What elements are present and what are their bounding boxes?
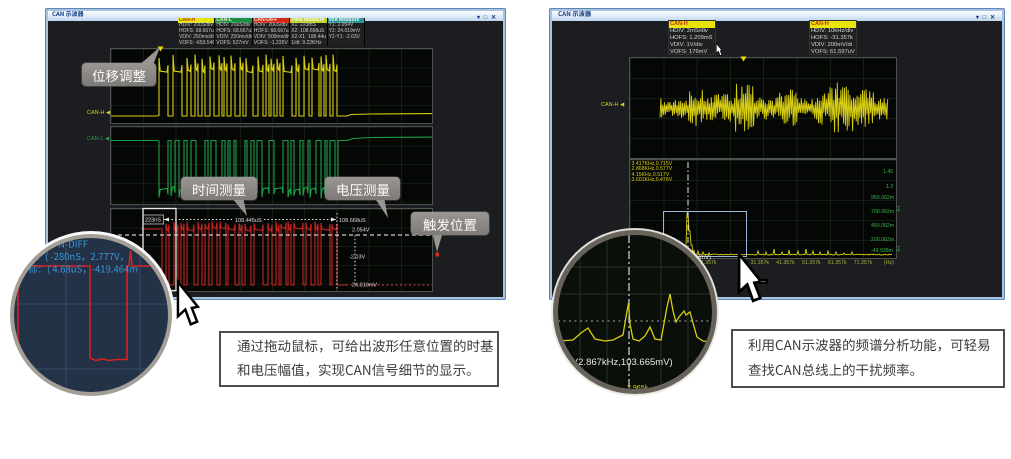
svg-text:(2.867kHz,103.665mV): (2.867kHz,103.665mV) (575, 357, 673, 368)
svg-text:2.965k: 2.965k (627, 385, 649, 389)
